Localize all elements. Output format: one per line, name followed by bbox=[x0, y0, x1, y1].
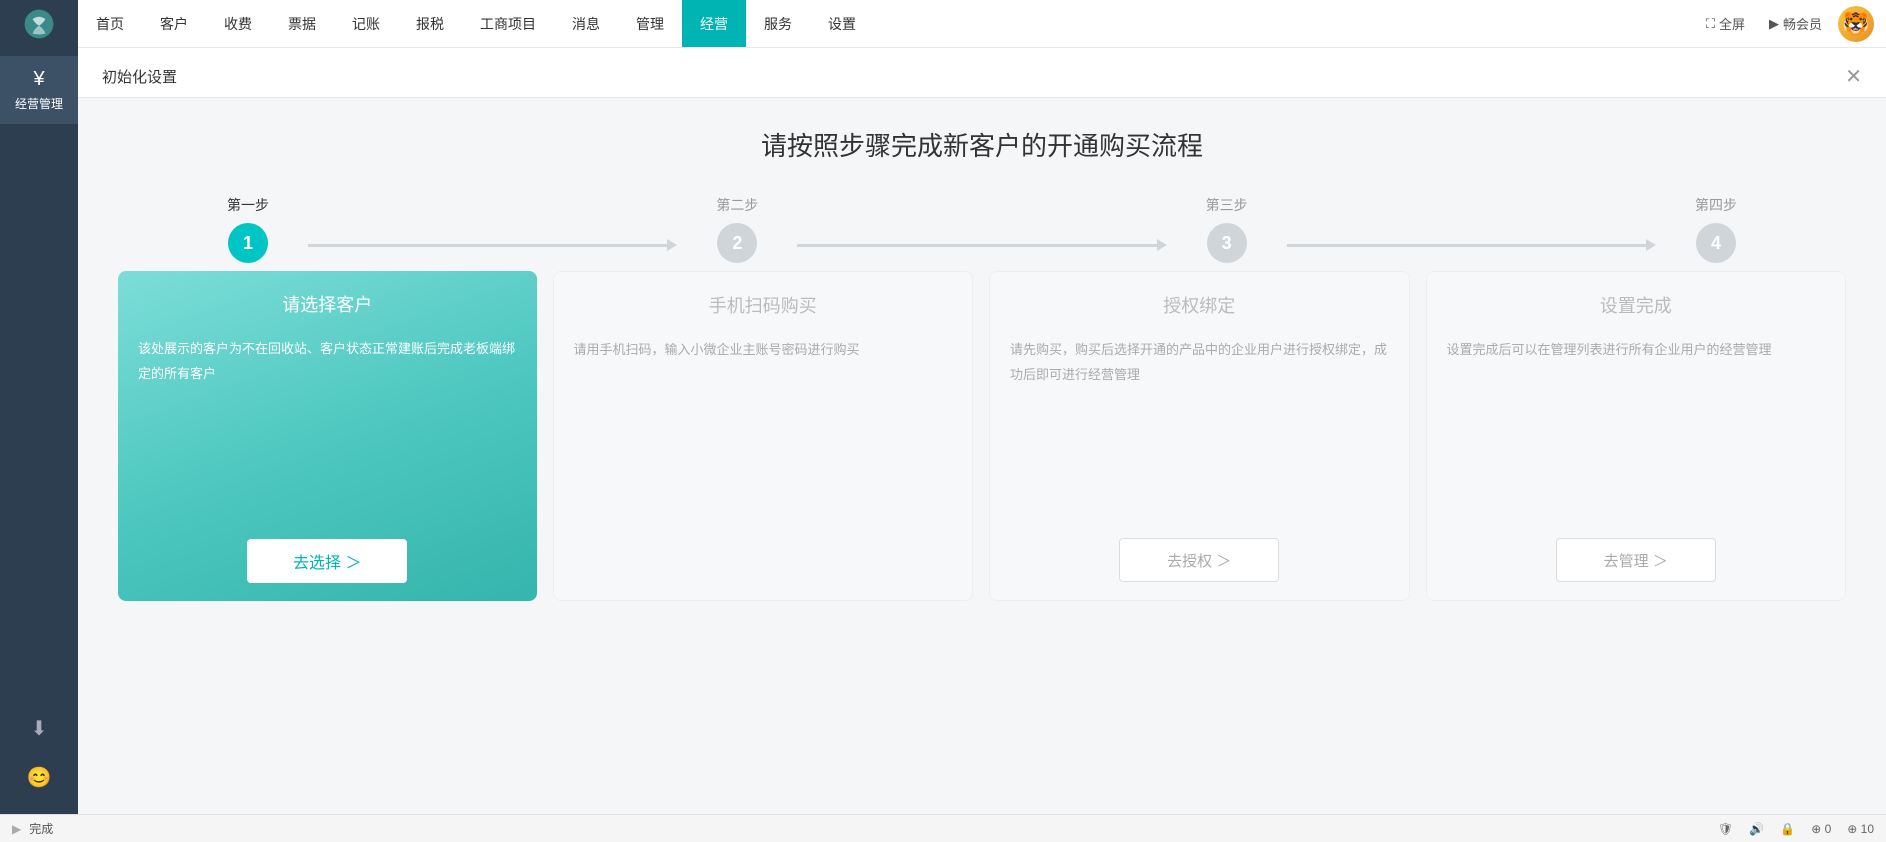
step2-label: 第二步 bbox=[716, 195, 758, 215]
step4-circle: 4 bbox=[1696, 223, 1736, 263]
step3-label: 第三步 bbox=[1206, 195, 1248, 215]
nav-menu: 首页 客户 收费 票据 记账 报税 工商项目 消息 管理 经营 服务 设置 bbox=[78, 0, 1698, 47]
vip-icon: ▶ bbox=[1769, 16, 1779, 32]
card-step1: 请选择客户 该处展示的客户为不在回收站、客户状态正常建账后完成老板端绑定的所有客… bbox=[118, 271, 537, 601]
sidebar: ¥ 经营管理 ⬇ 😊 bbox=[0, 48, 78, 814]
fullscreen-label: 全屏 bbox=[1719, 14, 1745, 33]
sidebar-item-support[interactable]: 😊 bbox=[0, 753, 78, 802]
card2-body: 请用手机扫码，输入小微企业主账号密码进行购买 bbox=[574, 338, 953, 363]
card4-title: 设置完成 bbox=[1447, 292, 1826, 318]
lock-icon: 🔒 bbox=[1780, 822, 1795, 836]
logo bbox=[0, 0, 78, 48]
statusbar-right: 🛡 🔊 🔒 ⊕ 0 ⊕ 10 bbox=[1718, 822, 1874, 836]
statusbar: ▶ 完成 🛡 🔊 🔒 ⊕ 0 ⊕ 10 bbox=[0, 814, 1886, 842]
close-button[interactable]: ✕ bbox=[1845, 64, 1862, 89]
card1-btn[interactable]: 去选择 ＞ bbox=[247, 539, 407, 583]
nav-message[interactable]: 消息 bbox=[554, 0, 618, 47]
vip-label: 畅会员 bbox=[1783, 14, 1822, 33]
nav-manage[interactable]: 管理 bbox=[618, 0, 682, 47]
card1-title: 请选择客户 bbox=[138, 291, 517, 317]
step3-circle: 3 bbox=[1207, 223, 1247, 263]
step4-label: 第四步 bbox=[1695, 195, 1737, 215]
page-header: 初始化设置 ✕ bbox=[78, 48, 1886, 98]
status-play-icon: ▶ bbox=[12, 822, 21, 836]
topbar-right: ⛶ 全屏 ▶ 畅会员 🐯 bbox=[1698, 6, 1886, 42]
status-count1: ⊕ 0 bbox=[1811, 822, 1831, 836]
card3-title: 授权绑定 bbox=[1010, 292, 1389, 318]
nav-ticket[interactable]: 票据 bbox=[270, 0, 334, 47]
sidebar-bottom: ⬇ 😊 bbox=[0, 704, 78, 814]
nav-home[interactable]: 首页 bbox=[78, 0, 142, 47]
status-count2: ⊕ 10 bbox=[1847, 822, 1874, 836]
download-icon: ⬇ bbox=[31, 716, 48, 741]
sidebar-item-download[interactable]: ⬇ bbox=[0, 704, 78, 753]
card-step3: 授权绑定 请先购买，购买后选择开通的产品中的企业用户进行授权绑定，成功后即可进行… bbox=[989, 271, 1410, 601]
main-content: 初始化设置 ✕ 请按照步骤完成新客户的开通购买流程 第一步 1 第二步 2 bbox=[78, 48, 1886, 814]
status-text: 完成 bbox=[29, 820, 53, 837]
step2-circle: 2 bbox=[717, 223, 757, 263]
card-step2: 手机扫码购买 请用手机扫码，输入小微企业主账号密码进行购买 bbox=[553, 271, 974, 601]
sound-icon: 🔊 bbox=[1749, 822, 1764, 836]
card4-body: 设置完成后可以在管理列表进行所有企业用户的经营管理 bbox=[1447, 338, 1826, 363]
card1-body: 该处展示的客户为不在回收站、客户状态正常建账后完成老板端绑定的所有客户 bbox=[138, 337, 517, 386]
support-icon: 😊 bbox=[27, 765, 52, 790]
sidebar-item-label: 经营管理 bbox=[15, 95, 63, 112]
user-avatar[interactable]: 🐯 bbox=[1838, 6, 1874, 42]
step1-circle: 1 bbox=[228, 223, 268, 263]
fullscreen-icon: ⛶ bbox=[1706, 16, 1715, 32]
topbar: 首页 客户 收费 票据 记账 报税 工商项目 消息 管理 经营 服务 设置 ⛶ … bbox=[0, 0, 1886, 48]
card2-title: 手机扫码购买 bbox=[574, 292, 953, 318]
nav-tax[interactable]: 报税 bbox=[398, 0, 462, 47]
card3-body: 请先购买，购买后选择开通的产品中的企业用户进行授权绑定，成功后即可进行经营管理 bbox=[1010, 338, 1389, 387]
sidebar-item-operation[interactable]: ¥ 经营管理 bbox=[0, 56, 78, 124]
step1-label: 第一步 bbox=[227, 195, 269, 215]
nav-operation[interactable]: 经营 bbox=[682, 0, 746, 47]
card4-btn[interactable]: 去管理 ＞ bbox=[1556, 538, 1716, 582]
operation-icon: ¥ bbox=[33, 68, 44, 91]
nav-fee[interactable]: 收费 bbox=[206, 0, 270, 47]
nav-customer[interactable]: 客户 bbox=[142, 0, 206, 47]
page-title: 初始化设置 bbox=[102, 66, 177, 87]
card-step4: 设置完成 设置完成后可以在管理列表进行所有企业用户的经营管理 去管理 ＞ bbox=[1426, 271, 1847, 601]
wizard-container: 请按照步骤完成新客户的开通购买流程 第一步 1 第二步 2 bbox=[78, 98, 1886, 621]
wizard-title: 请按照步骤完成新客户的开通购买流程 bbox=[118, 126, 1846, 163]
nav-bookkeeping[interactable]: 记账 bbox=[334, 0, 398, 47]
card3-btn[interactable]: 去授权 ＞ bbox=[1119, 538, 1279, 582]
fullscreen-btn[interactable]: ⛶ 全屏 bbox=[1698, 10, 1753, 37]
nav-business[interactable]: 工商项目 bbox=[462, 0, 554, 47]
shield-icon: 🛡 bbox=[1718, 822, 1733, 836]
nav-settings[interactable]: 设置 bbox=[810, 0, 874, 47]
nav-service[interactable]: 服务 bbox=[746, 0, 810, 47]
vip-btn[interactable]: ▶ 畅会员 bbox=[1761, 10, 1830, 37]
